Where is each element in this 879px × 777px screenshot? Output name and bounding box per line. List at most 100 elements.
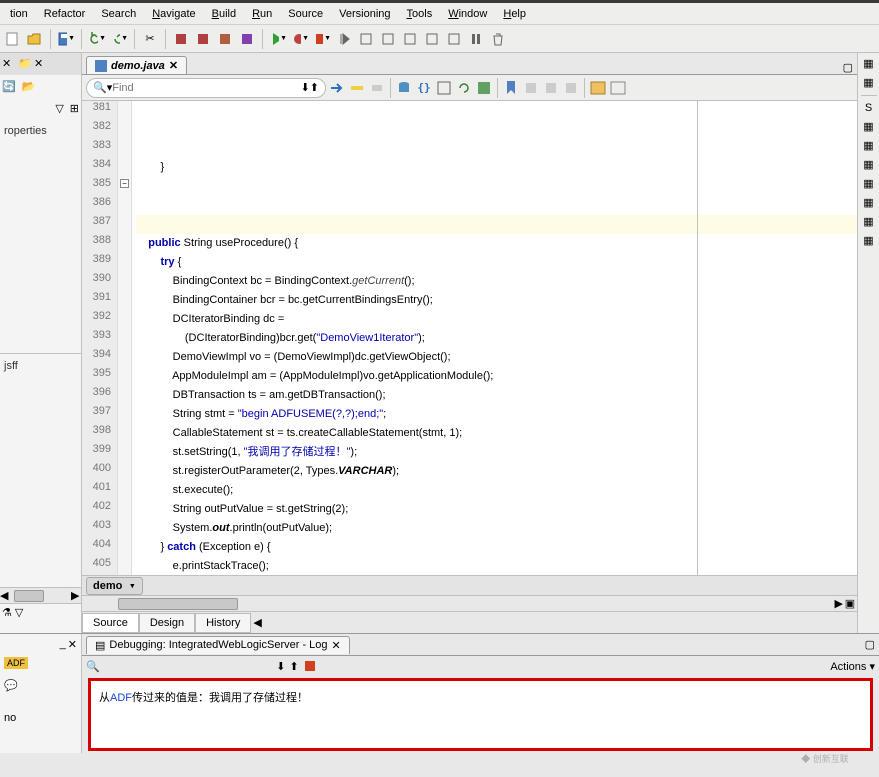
make-icon[interactable] xyxy=(172,30,190,48)
view1-icon[interactable] xyxy=(589,79,607,97)
pause-icon[interactable] xyxy=(467,30,485,48)
strip-icon[interactable]: ▦ xyxy=(863,234,873,247)
restore-icon[interactable]: ▢ xyxy=(843,61,853,74)
continue-icon[interactable] xyxy=(445,30,463,48)
bookmark-next-icon[interactable] xyxy=(542,79,560,97)
funnel-icon[interactable]: ▽ xyxy=(15,606,23,631)
menu-item[interactable]: Run xyxy=(244,6,280,22)
commit-icon[interactable] xyxy=(475,79,493,97)
stop-icon[interactable]: ▼ xyxy=(313,30,331,48)
debug-icon[interactable]: ▼ xyxy=(291,30,309,48)
strip-icon[interactable]: ▦ xyxy=(863,158,873,171)
fold-gutter[interactable]: − xyxy=(118,101,132,575)
tree-icon[interactable]: ⊞ xyxy=(70,102,79,115)
actions-dropdown[interactable]: Actions ▾ xyxy=(830,660,875,673)
strip-icon[interactable]: ▦ xyxy=(863,139,873,152)
debug-tab[interactable]: ▤ Debugging: IntegratedWebLogicServer - … xyxy=(86,636,350,654)
bookmark-list-icon[interactable] xyxy=(562,79,580,97)
menu-item[interactable]: Build xyxy=(204,6,244,22)
filter-icon[interactable]: ▽ xyxy=(55,102,63,115)
menu-item[interactable]: Navigate xyxy=(144,6,203,22)
db-icon[interactable] xyxy=(395,79,413,97)
highlight-icon[interactable] xyxy=(348,79,366,97)
menu-item[interactable]: tion xyxy=(2,6,36,22)
bp-restore-icon[interactable]: ▢ xyxy=(865,638,875,651)
code-editor[interactable]: 3813823833843853863873883893903913923933… xyxy=(82,101,857,575)
menu-item[interactable]: Versioning xyxy=(331,6,398,22)
bp-minimize-icon[interactable]: _ xyxy=(60,638,66,651)
output-text: 从 xyxy=(99,692,110,704)
step-icon2[interactable] xyxy=(435,79,453,97)
log-output[interactable]: 从ADF传过来的值是：我调用了存储过程！ xyxy=(88,678,873,751)
strip-icon[interactable]: ▦ xyxy=(863,196,873,209)
find-prev-icon[interactable]: ⬇ xyxy=(301,81,310,94)
build-icon[interactable] xyxy=(238,30,256,48)
file-tab-label: demo.java xyxy=(111,60,165,72)
right-toolbar-strip: ▦ ▦ S ▦ ▦ ▦ ▦ ▦ ▦ ▦ xyxy=(857,53,879,633)
redo-icon[interactable]: ▼ xyxy=(110,30,128,48)
refresh2-icon[interactable] xyxy=(455,79,473,97)
find-box: 🔍▾ ⬇ ⬆ xyxy=(86,78,326,98)
menu-item[interactable]: Help xyxy=(495,6,534,22)
strip-icon[interactable]: ▦ xyxy=(863,57,873,70)
tab-history[interactable]: History xyxy=(195,613,251,633)
tab-source[interactable]: Source xyxy=(82,613,139,633)
folder-icon[interactable]: 📂 xyxy=(22,80,36,93)
toggle-filter-icon[interactable]: ⚗ xyxy=(2,606,12,631)
bp-down-icon[interactable]: ⬇ xyxy=(276,660,285,673)
cut-icon[interactable]: ✂ xyxy=(141,30,159,48)
file-item[interactable]: jsff xyxy=(4,358,77,374)
menu-item[interactable]: Tools xyxy=(399,6,441,22)
trash-icon[interactable] xyxy=(489,30,507,48)
close-debug-tab-icon[interactable]: ✕ xyxy=(332,639,341,652)
strip-icon[interactable]: ▦ xyxy=(863,177,873,190)
view2-icon[interactable] xyxy=(609,79,627,97)
menu-item[interactable]: Refactor xyxy=(36,6,94,22)
bookmark-prev-icon[interactable] xyxy=(522,79,540,97)
strip-icon[interactable]: S xyxy=(865,102,872,114)
tab-x2-icon[interactable]: ✕ xyxy=(34,57,48,71)
clean-icon[interactable] xyxy=(216,30,234,48)
tab-design[interactable]: Design xyxy=(139,613,195,633)
file-tab[interactable]: demo.java ✕ xyxy=(86,56,187,74)
strip-icon[interactable]: ▦ xyxy=(863,215,873,228)
open-icon[interactable] xyxy=(26,30,44,48)
rebuild-icon[interactable] xyxy=(194,30,212,48)
adf-icon[interactable]: ADF xyxy=(4,657,28,669)
menu-item[interactable]: Search xyxy=(93,6,144,22)
menu-item[interactable]: Window xyxy=(440,6,495,22)
menu-item[interactable]: Source xyxy=(280,6,331,22)
resume-icon[interactable] xyxy=(335,30,353,48)
eraser-icon[interactable] xyxy=(368,79,386,97)
save-icon[interactable]: ▼ xyxy=(57,30,75,48)
step-into-icon[interactable] xyxy=(379,30,397,48)
output-blue: ADF xyxy=(110,692,132,704)
debug-tab-label: Debugging: IntegratedWebLogicServer - Lo… xyxy=(109,639,327,651)
project-properties[interactable]: roperties xyxy=(4,123,77,139)
strip-icon[interactable]: ▦ xyxy=(863,120,873,133)
bp-stop-icon[interactable] xyxy=(303,659,317,673)
braces-icon[interactable]: {} xyxy=(415,79,433,97)
bookmark-icon[interactable] xyxy=(502,79,520,97)
goto-icon[interactable] xyxy=(328,79,346,97)
bp-left-label: no xyxy=(4,712,77,724)
step-over-icon[interactable] xyxy=(357,30,375,48)
refresh-icon[interactable]: 🔄 xyxy=(2,80,16,93)
tab-folder-icon[interactable]: 📁 xyxy=(18,57,32,71)
bp-search-icon[interactable]: 🔍 xyxy=(86,660,100,673)
new-icon[interactable] xyxy=(4,30,22,48)
bp-close-icon[interactable]: ✕ xyxy=(68,638,77,651)
step-icon[interactable] xyxy=(423,30,441,48)
tab-x-icon[interactable]: ✕ xyxy=(2,57,16,71)
binoculars-icon[interactable]: 🔍▾ xyxy=(93,81,112,94)
subtab-demo[interactable]: demo ▾ xyxy=(86,577,143,595)
find-input[interactable] xyxy=(112,82,300,94)
strip-icon[interactable]: ▦ xyxy=(863,76,873,89)
undo-icon[interactable]: ▼ xyxy=(88,30,106,48)
speech-icon[interactable]: 💬 xyxy=(4,680,18,692)
run-icon[interactable]: ▼ xyxy=(269,30,287,48)
find-next-icon[interactable]: ⬆ xyxy=(310,81,319,94)
bp-up-icon[interactable]: ⬆ xyxy=(289,660,298,673)
close-tab-icon[interactable]: ✕ xyxy=(169,59,178,72)
step-out-icon[interactable] xyxy=(401,30,419,48)
